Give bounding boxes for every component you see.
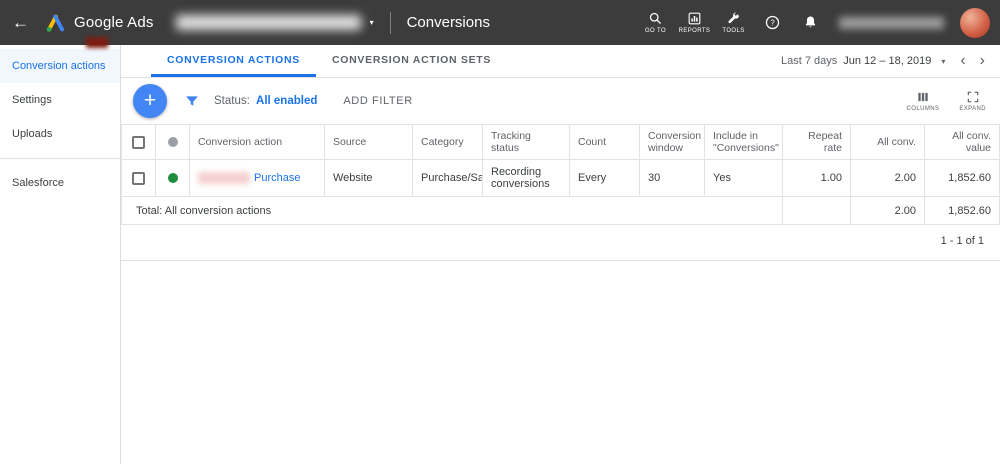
- cell-count: Every: [570, 160, 640, 197]
- tab-bar: CONVERSION ACTIONS CONVERSION ACTION SET…: [121, 45, 1000, 78]
- redacted-name-prefix: [198, 172, 250, 184]
- cell-category: Purchase/Sale: [413, 160, 483, 197]
- topbar-actions: GO TO REPORTS TOOLS ?: [636, 8, 990, 38]
- tools-button[interactable]: TOOLS: [715, 11, 752, 34]
- sidebar: Conversion actions Settings Uploads Sale…: [0, 45, 121, 464]
- goto-button[interactable]: GO TO: [637, 11, 674, 34]
- columns-button[interactable]: COLUMNS: [907, 90, 940, 112]
- total-repeat-rate: [783, 197, 851, 225]
- google-ads-logo-icon: [44, 12, 66, 34]
- cell-all-conv-value: 1,852.60: [925, 160, 1000, 197]
- total-label: Total: All conversion actions: [122, 197, 783, 225]
- status-filter-label: Status:: [214, 95, 250, 107]
- total-all-conv: 2.00: [851, 197, 925, 225]
- columns-icon: [916, 90, 930, 104]
- reports-label: REPORTS: [679, 28, 711, 34]
- cell-tracking-status: Recording conversions: [483, 160, 570, 197]
- svg-text:?: ?: [770, 18, 775, 27]
- col-conversion-window[interactable]: Conversion window: [640, 125, 705, 160]
- main-area: CONVERSION ACTIONS CONVERSION ACTION SET…: [121, 45, 1000, 464]
- cell-source: Website: [325, 160, 413, 197]
- date-range-preset: Last 7 days: [781, 55, 837, 67]
- filter-funnel-icon[interactable]: [184, 93, 200, 109]
- sidebar-item-conversion-actions[interactable]: Conversion actions: [0, 49, 120, 83]
- sidebar-item-settings[interactable]: Settings: [0, 83, 120, 117]
- wrench-icon: [726, 11, 741, 26]
- avatar[interactable]: [960, 8, 990, 38]
- table-row: Purchase Website Purchase/Sale Recording…: [122, 160, 1000, 197]
- date-range-caret-icon[interactable]: ▾: [941, 57, 945, 66]
- filter-bar: + Status: All enabled ADD FILTER COLUMNS: [121, 78, 1000, 124]
- content-shell: Conversion actions Settings Uploads Sale…: [0, 45, 1000, 464]
- table-total-row: Total: All conversion actions 2.00 1,852…: [122, 197, 1000, 225]
- expand-label: EXPAND: [959, 106, 986, 112]
- col-conversion-action[interactable]: Conversion action: [190, 125, 325, 160]
- tools-label: TOOLS: [722, 28, 744, 34]
- notifications-button[interactable]: [795, 14, 825, 31]
- status-filter-value: All enabled: [256, 95, 317, 107]
- date-next-icon[interactable]: ›: [973, 53, 992, 69]
- back-icon[interactable]: ←: [12, 13, 38, 33]
- tab-conversion-action-sets[interactable]: CONVERSION ACTION SETS: [316, 45, 507, 77]
- pagination-bar: 1 - 1 of 1: [121, 225, 1000, 261]
- add-filter-button[interactable]: ADD FILTER: [343, 95, 412, 107]
- cell-conversion-window: 30: [640, 160, 705, 197]
- topbar-divider: [390, 12, 391, 34]
- reports-button[interactable]: REPORTS: [676, 11, 713, 34]
- page-title: Conversions: [407, 14, 490, 31]
- columns-label: COLUMNS: [907, 106, 940, 112]
- goto-label: GO TO: [645, 28, 666, 34]
- account-dropdown-caret-icon[interactable]: ▾: [370, 18, 374, 27]
- col-source[interactable]: Source: [325, 125, 413, 160]
- brand-title: Google Ads: [74, 14, 154, 31]
- sidebar-divider: [0, 158, 120, 159]
- bell-icon: [802, 14, 819, 31]
- table-header-row: Conversion action Source Category Tracki…: [122, 125, 1000, 160]
- status-filter-chip[interactable]: Status: All enabled: [214, 95, 317, 107]
- date-range-value: Jun 12 – 18, 2019: [843, 55, 931, 67]
- cell-include-in-conversions: Yes: [705, 160, 783, 197]
- cell-repeat-rate: 1.00: [783, 160, 851, 197]
- row-checkbox[interactable]: [132, 172, 145, 185]
- select-all-checkbox[interactable]: [132, 136, 145, 149]
- expand-button[interactable]: EXPAND: [959, 90, 986, 112]
- conversion-action-link[interactable]: Purchase: [254, 172, 300, 184]
- sidebar-item-salesforce[interactable]: Salesforce: [0, 166, 120, 200]
- add-conversion-button[interactable]: +: [133, 84, 167, 118]
- date-range-picker[interactable]: Last 7 days Jun 12 – 18, 2019 ▾ ‹ ›: [781, 45, 1000, 77]
- help-icon: ?: [764, 14, 781, 31]
- status-dot-header-icon: [168, 137, 178, 147]
- tab-conversion-actions[interactable]: CONVERSION ACTIONS: [151, 45, 316, 77]
- total-all-conv-value: 1,852.60: [925, 197, 1000, 225]
- expand-icon: [966, 90, 980, 104]
- conversion-actions-table: Conversion action Source Category Tracki…: [121, 124, 1000, 225]
- col-all-conv[interactable]: All conv.: [851, 125, 925, 160]
- col-all-conv-value[interactable]: All conv. value: [925, 125, 1000, 160]
- table-tools: COLUMNS EXPAND: [907, 90, 986, 112]
- redacted-account-id: [839, 17, 944, 29]
- search-icon: [648, 11, 663, 26]
- sidebar-item-uploads[interactable]: Uploads: [0, 117, 120, 151]
- help-button[interactable]: ?: [757, 14, 787, 31]
- reports-icon: [687, 11, 702, 26]
- col-repeat-rate[interactable]: Repeat rate: [783, 125, 851, 160]
- pagination-label: 1 - 1 of 1: [941, 235, 984, 247]
- cell-all-conv: 2.00: [851, 160, 925, 197]
- redacted-badge: [86, 37, 108, 48]
- status-enabled-icon: [168, 173, 178, 183]
- conversion-action-name: Purchase: [198, 172, 316, 184]
- redacted-account-name[interactable]: [176, 15, 361, 30]
- col-include-in-conversions[interactable]: Include in "Conversions": [705, 125, 783, 160]
- top-app-bar: ← Google Ads ▾ Conversions GO TO REPORTS: [0, 0, 1000, 45]
- col-category[interactable]: Category: [413, 125, 483, 160]
- col-count[interactable]: Count: [570, 125, 640, 160]
- col-tracking-status[interactable]: Tracking status: [483, 125, 570, 160]
- date-prev-icon[interactable]: ‹: [953, 53, 972, 69]
